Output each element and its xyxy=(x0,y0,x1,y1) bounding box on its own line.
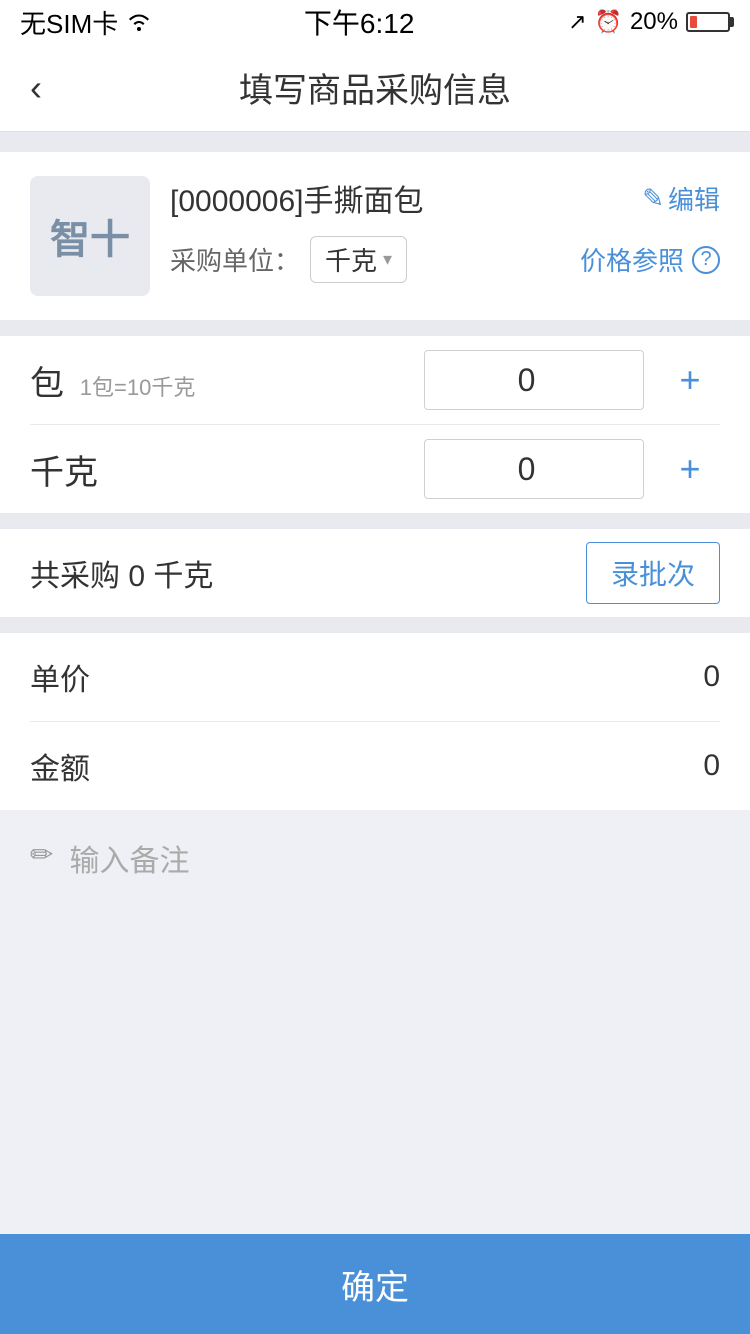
top-separator xyxy=(0,132,750,152)
unit-label: 采购单位： xyxy=(170,241,300,278)
wifi-icon xyxy=(128,7,150,38)
status-right: ↗ ⏰ 20% xyxy=(568,8,730,36)
edit-icon: ✎ xyxy=(642,183,664,214)
unit-selector: 采购单位： 千克 ▾ xyxy=(170,236,407,283)
kg-quantity-input[interactable] xyxy=(424,439,644,499)
chevron-down-icon: ▾ xyxy=(383,249,392,270)
edit-button[interactable]: ✎ 编辑 xyxy=(642,180,720,217)
edit-label: 编辑 xyxy=(668,180,720,217)
unit-price-value: 0 xyxy=(703,660,720,694)
bao-label: 包 1包=10千克 xyxy=(30,356,195,405)
battery-percentage: 20% xyxy=(630,8,678,36)
remark-section[interactable]: ✏ 输入备注 xyxy=(0,810,750,930)
status-time: 下午6:12 xyxy=(304,2,415,42)
product-logo: 智十 xyxy=(50,207,130,265)
summary-label: 共采购 xyxy=(30,560,120,593)
status-bar: 无SIM卡 下午6:12 ↗ ⏰ 20% xyxy=(0,0,750,44)
price-ref-label: 价格参照 xyxy=(580,241,684,278)
summary-row: 共采购 0 千克 录批次 xyxy=(0,529,750,617)
content-area xyxy=(0,930,750,1270)
unit-value: 千克 xyxy=(325,241,377,278)
bao-unit-main: 包 xyxy=(30,365,64,403)
unit-price-label: 单价 xyxy=(30,655,90,699)
unit-price-row: 单价 0 xyxy=(0,633,750,721)
pencil-icon: ✏ xyxy=(30,838,53,871)
page-title: 填写商品采购信息 xyxy=(239,63,511,112)
remark-placeholder: 输入备注 xyxy=(69,836,189,880)
location-icon: ↗ xyxy=(568,9,586,35)
section-separator-3 xyxy=(0,617,750,633)
product-card: 智十 [0000006]手撕面包 ✎ 编辑 采购单位： 千克 ▾ 价格参照 ? xyxy=(0,152,750,320)
bao-quantity-input[interactable] xyxy=(424,350,644,410)
amount-value: 0 xyxy=(703,749,720,783)
confirm-button[interactable]: 确定 xyxy=(0,1234,750,1334)
bao-input-row: 包 1包=10千克 + xyxy=(0,336,750,424)
quantity-section: 包 1包=10千克 + 千克 + xyxy=(0,336,750,513)
batch-button[interactable]: 录批次 xyxy=(586,542,720,604)
kg-input-row: 千克 + xyxy=(0,425,750,513)
product-unit-row: 采购单位： 千克 ▾ 价格参照 ? xyxy=(170,236,720,283)
back-button[interactable]: ‹ xyxy=(30,67,90,109)
product-header: [0000006]手撕面包 ✎ 编辑 xyxy=(170,176,720,220)
detail-section: 单价 0 金额 0 xyxy=(0,633,750,810)
summary-amount: 0 xyxy=(128,560,153,593)
product-image: 智十 xyxy=(30,176,150,296)
nav-bar: ‹ 填写商品采购信息 xyxy=(0,44,750,132)
summary-text: 共采购 0 千克 xyxy=(30,551,213,595)
section-separator-2 xyxy=(0,513,750,529)
amount-label: 金额 xyxy=(30,744,90,788)
product-name: [0000006]手撕面包 xyxy=(170,176,423,220)
kg-unit-main: 千克 xyxy=(30,454,98,492)
summary-unit: 千克 xyxy=(153,560,213,593)
kg-plus-button[interactable]: + xyxy=(660,439,720,499)
price-reference-button[interactable]: 价格参照 ? xyxy=(580,241,720,278)
status-left: 无SIM卡 xyxy=(20,4,150,41)
product-info: [0000006]手撕面包 ✎ 编辑 采购单位： 千克 ▾ 价格参照 ? xyxy=(170,176,720,283)
amount-row: 金额 0 xyxy=(0,722,750,810)
battery-icon xyxy=(686,12,730,32)
help-circle-icon: ? xyxy=(692,246,720,274)
section-separator-1 xyxy=(0,320,750,336)
bao-plus-button[interactable]: + xyxy=(660,350,720,410)
alarm-icon: ⏰ xyxy=(595,9,622,35)
unit-dropdown[interactable]: 千克 ▾ xyxy=(310,236,407,283)
kg-label: 千克 xyxy=(30,445,98,494)
carrier-text: 无SIM卡 xyxy=(20,4,118,41)
bao-unit-sub: 1包=10千克 xyxy=(80,375,196,400)
